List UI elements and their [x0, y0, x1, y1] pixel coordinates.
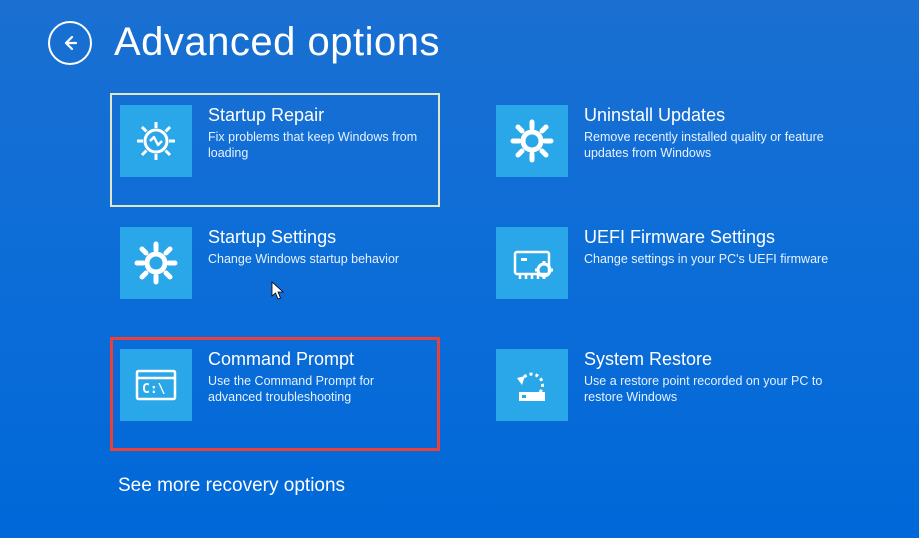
- gear-icon: [120, 227, 192, 299]
- see-more-link[interactable]: See more recovery options: [0, 451, 919, 497]
- tile-desc: Fix problems that keep Windows from load…: [208, 129, 430, 163]
- tile-title: System Restore: [584, 349, 836, 371]
- tile-title: Command Prompt: [208, 349, 430, 371]
- tile-desc: Use a restore point recorded on your PC …: [584, 373, 836, 407]
- restore-icon: [496, 349, 568, 421]
- gear-icon: [496, 105, 568, 177]
- page-title: Advanced options: [114, 20, 440, 65]
- tile-desc: Remove recently installed quality or fea…: [584, 129, 836, 163]
- tile-title: Startup Repair: [208, 105, 430, 127]
- repair-icon: [120, 105, 192, 177]
- terminal-icon: C:\: [120, 349, 192, 421]
- tile-startup-settings[interactable]: Startup Settings Change Windows startup …: [110, 215, 440, 329]
- back-button[interactable]: [48, 21, 92, 65]
- tile-startup-repair[interactable]: Startup Repair Fix problems that keep Wi…: [110, 93, 440, 207]
- chip-icon: [496, 227, 568, 299]
- tile-desc: Change settings in your PC's UEFI firmwa…: [584, 251, 828, 268]
- tile-system-restore[interactable]: System Restore Use a restore point recor…: [486, 337, 846, 451]
- tile-uefi-firmware[interactable]: UEFI Firmware Settings Change settings i…: [486, 215, 846, 329]
- tile-title: Startup Settings: [208, 227, 399, 249]
- tile-command-prompt[interactable]: C:\ Command Prompt Use the Command Promp…: [110, 337, 440, 451]
- svg-text:C:\: C:\: [142, 382, 166, 397]
- options-grid: Startup Repair Fix problems that keep Wi…: [0, 65, 919, 451]
- tile-desc: Use the Command Prompt for advanced trou…: [208, 373, 430, 407]
- tile-title: UEFI Firmware Settings: [584, 227, 828, 249]
- arrow-left-icon: [60, 33, 80, 53]
- tile-desc: Change Windows startup behavior: [208, 251, 399, 268]
- tile-uninstall-updates[interactable]: Uninstall Updates Remove recently instal…: [486, 93, 846, 207]
- tile-title: Uninstall Updates: [584, 105, 836, 127]
